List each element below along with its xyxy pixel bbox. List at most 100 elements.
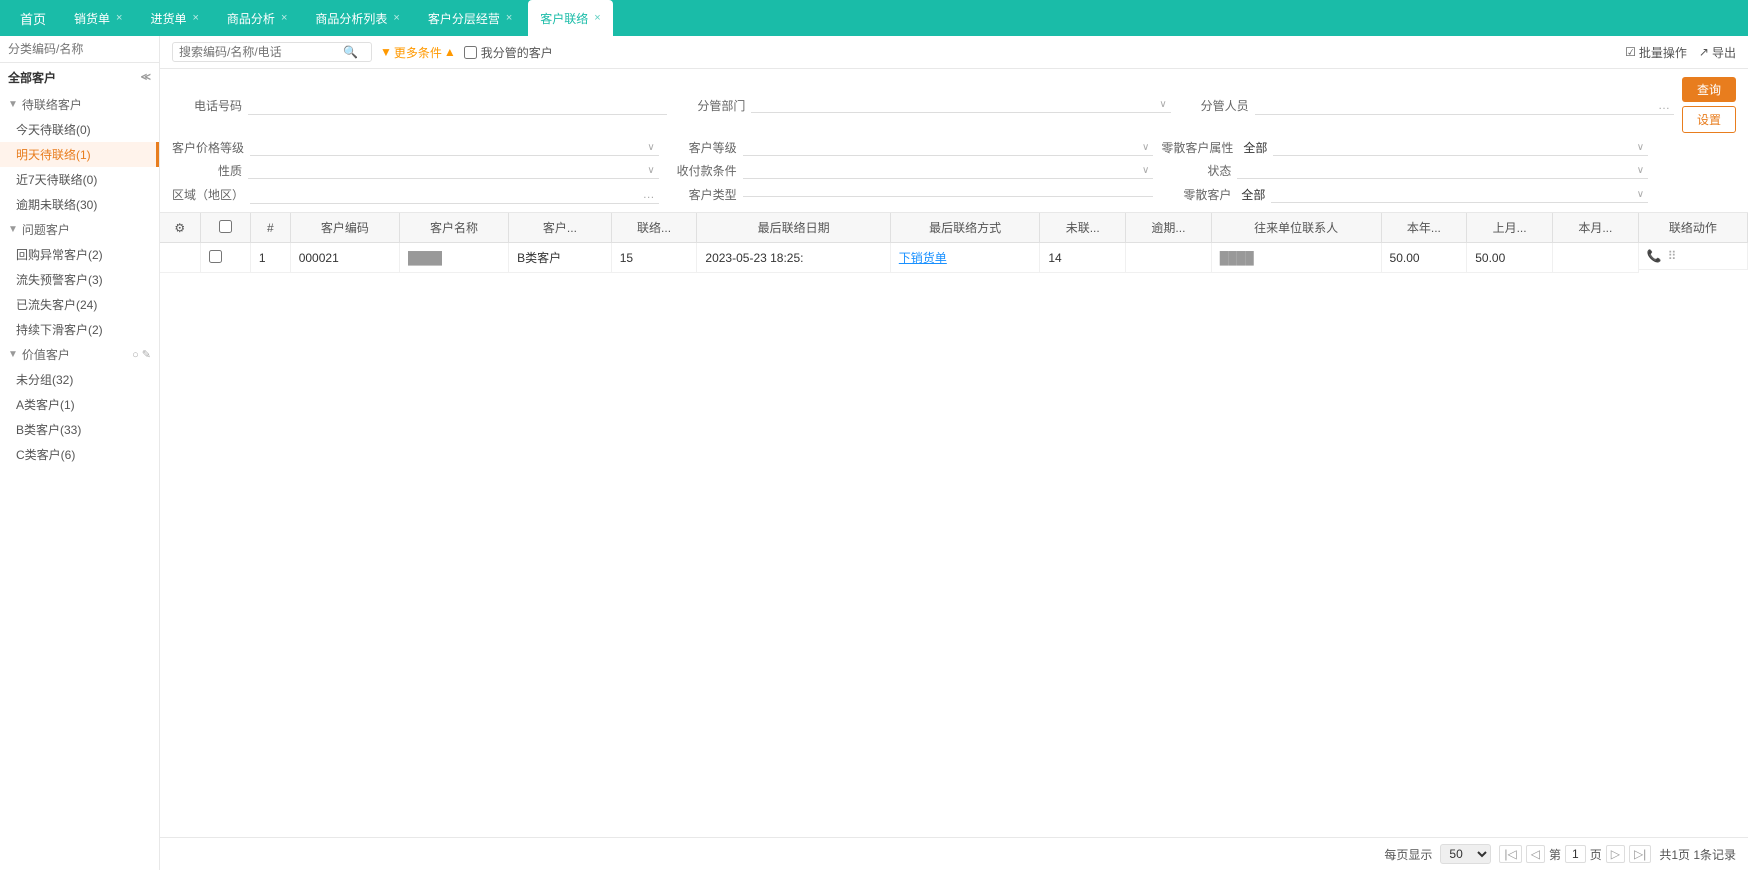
contact-method-link[interactable]: 下销货单 bbox=[899, 251, 947, 265]
page-label: 第 bbox=[1549, 846, 1561, 863]
tomorrow-contact-item[interactable]: 明天待联络(1) bbox=[0, 142, 159, 167]
next-page-btn[interactable]: ▷ bbox=[1606, 845, 1625, 863]
col-this-year: 本年... bbox=[1381, 213, 1467, 243]
close-contact-icon[interactable]: × bbox=[594, 12, 600, 24]
row-index: 1 bbox=[250, 243, 290, 273]
pending-contact-group[interactable]: ▼ 待联络客户 bbox=[0, 92, 159, 117]
value-customers-group[interactable]: ▼ 价值客户 ○ ✎ bbox=[0, 342, 159, 367]
payment-select[interactable]: ∨ bbox=[743, 163, 1154, 179]
main-layout: 🔍 全部客户 ≪ ▼ 待联络客户 今天待联络(0) 明天待联络(1) 近7天待联… bbox=[0, 36, 1748, 870]
already-lost-item[interactable]: 已流失客户(24) bbox=[0, 292, 159, 317]
search-toolbar: 🔍 ▼ 更多条件 ▲ 我分管的客户 ☑ 批量操作 ↗ 导出 bbox=[160, 36, 1748, 69]
col-index: # bbox=[250, 213, 290, 243]
overdue-contact-item[interactable]: 逾期未联络(30) bbox=[0, 192, 159, 217]
col-this-month: 本月... bbox=[1552, 213, 1638, 243]
more-conditions-btn[interactable]: ▼ 更多条件 ▲ bbox=[380, 44, 456, 61]
action-buttons: 查询 设置 bbox=[1682, 77, 1736, 133]
page-nav: |◁ ◁ 第 1 页 ▷ ▷| bbox=[1499, 845, 1651, 863]
sidebar-search-input[interactable] bbox=[8, 42, 160, 56]
ungrouped-item[interactable]: 未分组(32) bbox=[0, 367, 159, 392]
filter-icon: ▼ bbox=[380, 45, 392, 59]
phone-input[interactable] bbox=[248, 96, 667, 115]
filter-panel: 电话号码 分管部门 ∨ 分管人员 … 查询 bbox=[160, 69, 1748, 213]
nature-select[interactable]: ∨ bbox=[248, 163, 659, 179]
status-select[interactable]: ∨ bbox=[1237, 163, 1648, 179]
filter-region: 区域（地区） … bbox=[172, 185, 659, 204]
dept-chevron-icon: ∨ bbox=[1159, 99, 1166, 110]
per-page-select[interactable]: 50 100 bbox=[1440, 844, 1491, 864]
search-input-wrap: 🔍 bbox=[172, 42, 372, 62]
last-page-btn[interactable]: ▷| bbox=[1629, 845, 1651, 863]
customer-type-select[interactable] bbox=[743, 192, 1154, 197]
top-navigation: 首页 销货单 × 进货单 × 商品分析 × 商品分析列表 × 客户分层经营 × … bbox=[0, 0, 1748, 36]
close-goods-analysis-icon[interactable]: × bbox=[281, 12, 287, 24]
my-customers-filter: 我分管的客户 bbox=[464, 44, 553, 61]
batch-op-btn[interactable]: ☑ 批量操作 bbox=[1625, 44, 1687, 61]
close-purchase-icon[interactable]: × bbox=[192, 12, 198, 24]
payment-label: 收付款条件 bbox=[667, 162, 737, 179]
row-last-month: 50.00 bbox=[1467, 243, 1553, 273]
search-execute-icon[interactable]: 🔍 bbox=[343, 45, 358, 59]
contact-icon[interactable]: 📞 bbox=[1647, 249, 1662, 263]
nav-goods-analysis[interactable]: 商品分析 × bbox=[215, 0, 299, 36]
search-input[interactable] bbox=[179, 45, 339, 59]
filter-nature: 性质 ∨ bbox=[172, 162, 659, 179]
filter-payment: 收付款条件 ∨ bbox=[667, 162, 1154, 179]
customer-level-select[interactable]: ∨ bbox=[743, 140, 1154, 156]
continuous-down-item[interactable]: 持续下滑客户(2) bbox=[0, 317, 159, 342]
col-gear[interactable]: ⚙ bbox=[160, 213, 200, 243]
nature-chevron-icon: ∨ bbox=[647, 165, 654, 176]
more-action-icon[interactable]: ⠿ bbox=[1668, 249, 1677, 263]
all-customers-header[interactable]: 全部客户 ≪ bbox=[0, 63, 159, 92]
customer-level-chevron-icon: ∨ bbox=[1142, 142, 1149, 153]
dept-label: 分管部门 bbox=[675, 97, 745, 114]
problem-arrow-icon: ▼ bbox=[8, 224, 18, 235]
nature-label: 性质 bbox=[172, 162, 242, 179]
c-class-item[interactable]: C类客户(6) bbox=[0, 442, 159, 467]
prev-page-btn[interactable]: ◁ bbox=[1526, 845, 1545, 863]
nav-goods-analysis-list[interactable]: 商品分析列表 × bbox=[303, 0, 411, 36]
col-last-contact-method: 最后联络方式 bbox=[890, 213, 1040, 243]
week-contact-item[interactable]: 近7天待联络(0) bbox=[0, 167, 159, 192]
nav-home[interactable]: 首页 bbox=[8, 0, 58, 36]
filter-customer-level: 客户等级 ∨ bbox=[667, 139, 1154, 156]
price-level-select[interactable]: ∨ bbox=[250, 140, 659, 156]
manager-dots-icon[interactable]: … bbox=[1658, 98, 1670, 112]
row-type: B类客户 bbox=[509, 243, 612, 273]
row-checkbox[interactable] bbox=[209, 250, 222, 263]
select-all-checkbox[interactable] bbox=[219, 220, 232, 233]
close-sales-icon[interactable]: × bbox=[116, 12, 122, 24]
first-page-btn[interactable]: |◁ bbox=[1499, 845, 1521, 863]
all-customers-label: 全部客户 bbox=[8, 69, 56, 86]
row-actions: 📞 ⠿ bbox=[1639, 243, 1748, 270]
nav-purchase[interactable]: 进货单 × bbox=[138, 0, 210, 36]
value-customer-icons[interactable]: ○ ✎ bbox=[132, 348, 151, 361]
a-class-item[interactable]: A类客户(1) bbox=[0, 392, 159, 417]
row-overdue bbox=[1126, 243, 1212, 273]
today-contact-item[interactable]: 今天待联络(0) bbox=[0, 117, 159, 142]
sidebar-search-bar: 🔍 bbox=[0, 36, 159, 63]
filter-price-level: 客户价格等级 ∨ bbox=[172, 139, 659, 156]
close-segmentation-icon[interactable]: × bbox=[506, 12, 512, 24]
page-number: 1 bbox=[1565, 845, 1586, 863]
export-btn[interactable]: ↗ 导出 bbox=[1699, 44, 1736, 61]
close-goods-list-icon[interactable]: × bbox=[393, 12, 399, 24]
col-last-month: 上月... bbox=[1467, 213, 1553, 243]
problem-customers-group[interactable]: ▼ 问题客户 bbox=[0, 217, 159, 242]
query-button[interactable]: 查询 bbox=[1682, 77, 1736, 102]
retail-customer-label: 零散客户 bbox=[1161, 186, 1231, 203]
lost-risk-item[interactable]: 流失预警客户(3) bbox=[0, 267, 159, 292]
region-dots-icon[interactable]: … bbox=[643, 187, 655, 201]
nav-sales[interactable]: 销货单 × bbox=[62, 0, 134, 36]
dept-select[interactable]: ∨ bbox=[751, 97, 1170, 113]
nav-customer-segmentation[interactable]: 客户分层经营 × bbox=[416, 0, 524, 36]
nav-customer-contact[interactable]: 客户联络 × bbox=[528, 0, 612, 36]
retail-attr-select[interactable]: ∨ bbox=[1273, 140, 1648, 156]
status-label: 状态 bbox=[1161, 162, 1231, 179]
retail-customer-select[interactable]: ∨ bbox=[1271, 187, 1648, 203]
b-class-item[interactable]: B类客户(33) bbox=[0, 417, 159, 442]
my-customers-checkbox[interactable] bbox=[464, 46, 477, 59]
set-button[interactable]: 设置 bbox=[1682, 106, 1736, 133]
repeat-abnormal-item[interactable]: 回购异常客户(2) bbox=[0, 242, 159, 267]
col-code: 客户编码 bbox=[290, 213, 399, 243]
